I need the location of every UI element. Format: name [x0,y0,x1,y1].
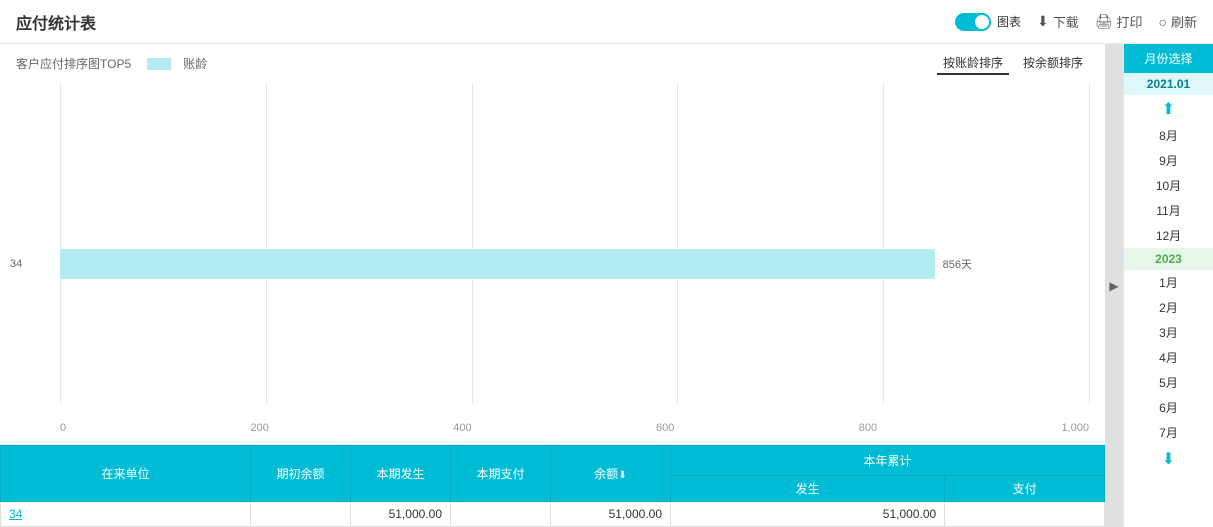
collapse-arrow[interactable]: ▶ [1105,44,1123,527]
sidebar-month-7[interactable]: 7月 [1124,420,1213,445]
x-tick-0: 0 [60,422,66,434]
sidebar-month-5[interactable]: 5月 [1124,370,1213,395]
cell-yearly-occur: 51,000.00 [671,502,945,527]
x-tick-400: 400 [453,422,471,434]
legend-color-box [147,58,171,70]
chevron-down-icon: ⬇ [1162,449,1175,469]
cell-period-occur: 51,000.00 [351,502,451,527]
grid-lines [60,83,1089,404]
cell-balance: 51,000.00 [551,502,671,527]
grid-line-0 [60,83,61,404]
sidebar-header: 月份选择 [1124,44,1213,73]
grid-line-600 [677,83,678,404]
sidebar-month-6[interactable]: 6月 [1124,395,1213,420]
cell-period-pay [451,502,551,527]
sidebar-month-1[interactable]: 1月 [1124,270,1213,295]
x-tick-600: 600 [656,422,674,434]
chart-visualization: 34 856天 0 200 400 600 800 1,000 [0,83,1105,444]
col-yearly-occur: 发生 [671,476,945,502]
sort-by-balance-button[interactable]: 按余额排序 [1017,52,1089,75]
sidebar-month-4[interactable]: 4月 [1124,345,1213,370]
col-unit: 在来单位 [1,446,251,502]
sidebar-month-10[interactable]: 10月 [1124,173,1213,198]
sidebar-month-9[interactable]: 9月 [1124,148,1213,173]
x-tick-1000: 1,000 [1061,422,1089,434]
data-table-area: 在来单位 期初余额 本期发生 本期支付 余额⬇ 本年累计 发生 支付 [0,444,1105,527]
refresh-button[interactable]: ○ 刷新 [1159,12,1197,31]
x-tick-200: 200 [251,422,269,434]
grid-line-400 [472,83,473,404]
refresh-icon: ○ [1159,14,1167,30]
cell-period-balance [251,502,351,527]
chart-legend: 客户应付排序图TOP5 账龄 [16,55,207,72]
chart-area: 客户应付排序图TOP5 账龄 按账龄排序 按余额排序 [0,44,1105,527]
data-table: 在来单位 期初余额 本期发生 本期支付 余额⬇ 本年累计 发生 支付 [0,445,1105,527]
sidebar: 月份选择 2021.01 ⬆ 8月 9月 10月 11月 12月 2023 1月… [1123,44,1213,527]
bar-row: 34 856天 [60,249,1089,279]
cell-yearly-pay [945,502,1105,527]
sidebar-month-11[interactable]: 11月 [1124,198,1213,223]
grid-line-200 [266,83,267,404]
chart-toggle[interactable] [955,13,991,31]
sidebar-month-2[interactable]: 2月 [1124,295,1213,320]
chart-toggle-wrap: 图表 [955,13,1021,31]
grid-line-1000 [1089,83,1090,404]
bar-label: 34 [10,258,22,270]
col-balance: 余额⬇ [551,446,671,502]
col-yearly-pay: 支付 [945,476,1105,502]
sidebar-month-12[interactable]: 12月 [1124,223,1213,248]
sidebar-year-2023[interactable]: 2023 [1124,248,1213,270]
header: 应付统计表 图表 ⬇ 下载 🖨 打印 ○ 刷新 [0,0,1213,44]
sidebar-current-date: 2021.01 [1124,73,1213,95]
main: 客户应付排序图TOP5 账龄 按账龄排序 按余额排序 [0,44,1213,527]
table-body: 34 51,000.00 51,000.00 51,000.00 [1,502,1105,527]
col-yearly-cumulative: 本年累计 [671,446,1105,476]
col-period-pay: 本期支付 [451,446,551,502]
download-icon: ⬇ [1037,13,1049,30]
chart-bar [60,249,935,279]
chevron-up-icon: ⬆ [1162,99,1175,119]
col-period-balance: 期初余额 [251,446,351,502]
table-header-row-top: 在来单位 期初余额 本期发生 本期支付 余额⬇ 本年累计 [1,446,1105,476]
table-row: 34 51,000.00 51,000.00 51,000.00 [1,502,1105,527]
legend-color-label: 账龄 [183,55,207,72]
header-actions: 图表 ⬇ 下载 🖨 打印 ○ 刷新 [955,12,1197,31]
x-axis: 0 200 400 600 800 1,000 [60,422,1089,434]
page-title: 应付统计表 [16,10,96,34]
sidebar-up-button[interactable]: ⬆ [1124,95,1213,123]
sidebar-month-3[interactable]: 3月 [1124,320,1213,345]
bar-container: 34 856天 [60,249,1089,279]
bar-end-value: 856天 [943,256,972,272]
sidebar-scroll[interactable]: ⬆ 8月 9月 10月 11月 12月 2023 1月 2月 3月 4月 5月 … [1124,95,1213,527]
sort-by-age-button[interactable]: 按账龄排序 [937,52,1009,75]
grid-line-800 [883,83,884,404]
cell-unit[interactable]: 34 [1,502,251,527]
legend-title: 客户应付排序图TOP5 [16,55,131,72]
sidebar-month-8[interactable]: 8月 [1124,123,1213,148]
print-button[interactable]: 🖨 打印 [1095,12,1143,31]
chart-header: 客户应付排序图TOP5 账龄 按账龄排序 按余额排序 [0,44,1105,83]
app-container: 应付统计表 图表 ⬇ 下载 🖨 打印 ○ 刷新 [0,0,1213,527]
sidebar-down-button[interactable]: ⬇ [1124,445,1213,473]
chevron-right-icon: ▶ [1109,279,1118,293]
print-icon: 🖨 [1095,13,1113,30]
col-period-occur: 本期发生 [351,446,451,502]
x-tick-800: 800 [859,422,877,434]
chart-sort-buttons: 按账龄排序 按余额排序 [937,52,1089,75]
download-button[interactable]: ⬇ 下载 [1037,12,1079,31]
chart-toggle-label: 图表 [997,13,1021,30]
